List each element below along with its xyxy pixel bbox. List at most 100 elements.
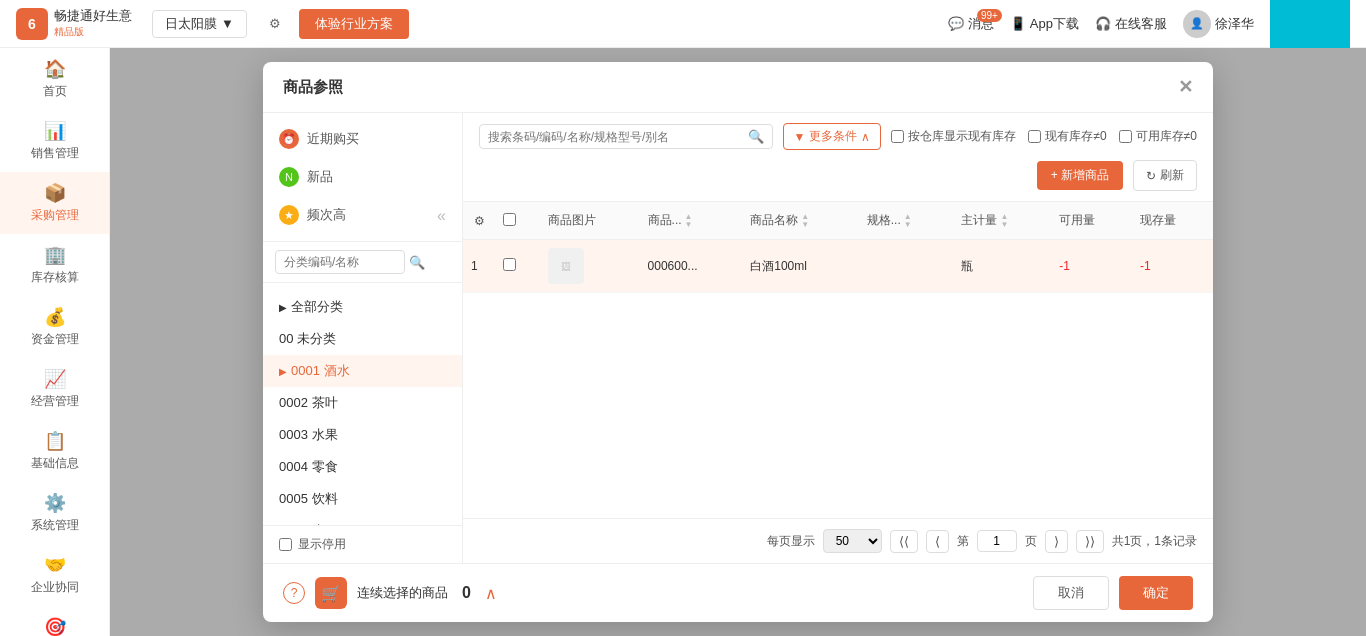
- table-row[interactable]: 1 🖼 000600... 白酒100ml 瓶: [463, 240, 1213, 293]
- continuous-label: 连续选择的商品: [357, 584, 448, 602]
- modal-close-button[interactable]: ✕: [1178, 76, 1193, 98]
- category-item-unclassified[interactable]: 00 未分类: [263, 323, 462, 355]
- cancel-btn[interactable]: 取消: [1033, 576, 1109, 610]
- teal-action-block[interactable]: [1270, 0, 1350, 48]
- product-search-input[interactable]: [488, 130, 744, 144]
- show-disabled-checkbox[interactable]: [279, 538, 292, 551]
- modal-title: 商品参照: [283, 78, 343, 97]
- category-search-icon[interactable]: 🔍: [409, 255, 425, 270]
- th-spec[interactable]: 规格... ▲▼: [859, 202, 954, 240]
- app-download-btn[interactable]: 📱 App下载: [1010, 15, 1079, 33]
- collapse-left-panel-btn[interactable]: «: [421, 199, 462, 233]
- experience-btn[interactable]: 体验行业方案: [299, 9, 409, 39]
- product-table-area: ⚙ 商品图片 商品... ▲▼: [463, 202, 1213, 518]
- right-panel: 🔍 ▼ 更多条件 ∧ 按仓库显示现有库存: [463, 113, 1213, 563]
- nav-dropdown[interactable]: 日太阳膜 ▼: [152, 10, 247, 38]
- confirm-btn[interactable]: 确定: [1119, 576, 1193, 610]
- product-search-bar: 🔍: [479, 124, 773, 149]
- th-image: 商品图片: [540, 202, 640, 240]
- select-all-checkbox[interactable]: [503, 213, 516, 226]
- check-warehouse-label[interactable]: 按仓库显示现有库存: [891, 128, 1016, 145]
- th-settings[interactable]: ⚙: [463, 202, 495, 240]
- category-item-liquor[interactable]: ▶ 0001 酒水: [263, 355, 462, 387]
- modal: 商品参照 ✕ ⏰ 近期购买: [263, 62, 1213, 622]
- page-first-btn[interactable]: ⟨⟨: [890, 530, 918, 553]
- sidebar-item-sales[interactable]: 📊 销售管理: [0, 110, 109, 172]
- more-filter-btn[interactable]: ▼ 更多条件 ∧: [783, 123, 882, 150]
- nav-right: 💬 消息 99+ 📱 App下载 🎧 在线客服 👤 徐泽华: [948, 0, 1350, 48]
- recent-icon: ⏰: [279, 129, 299, 149]
- user-profile[interactable]: 👤 徐泽华: [1183, 10, 1254, 38]
- active-expand-icon: ▶: [279, 366, 287, 377]
- category-item-tea[interactable]: 0002 茶叶: [263, 387, 462, 419]
- check-available-label[interactable]: 可用库存≠0: [1119, 128, 1197, 145]
- page-prev-btn[interactable]: ⟨: [926, 530, 949, 553]
- th-name[interactable]: 商品名称 ▲▼: [742, 202, 858, 240]
- tab-new-products[interactable]: N 新品: [263, 159, 421, 195]
- cart-icon[interactable]: 🛒: [315, 577, 347, 609]
- messages-btn[interactable]: 💬 消息 99+: [948, 15, 994, 33]
- purchase-icon: 📦: [44, 182, 66, 204]
- add-product-btn[interactable]: + 新增商品: [1037, 161, 1123, 190]
- refresh-btn[interactable]: ↻ 刷新: [1133, 160, 1197, 191]
- check-stock-input[interactable]: [1028, 130, 1041, 143]
- pagination: 每页显示 50 100 200 ⟨⟨ ⟨ 第 页 ⟩: [463, 518, 1213, 563]
- basic-info-icon: 📋: [44, 430, 66, 452]
- sidebar-item-business[interactable]: 📈 经营管理: [0, 358, 109, 420]
- sidebar-item-system[interactable]: ⚙️ 系统管理: [0, 482, 109, 544]
- category-tree: ▶ 全部分类 00 未分类 ▶ 0001 酒水 0002 茶: [263, 283, 462, 525]
- sidebar-item-home[interactable]: 🏠 首页: [0, 48, 109, 110]
- td-available: -1: [1051, 240, 1132, 293]
- category-item-fruit[interactable]: 0003 水果: [263, 419, 462, 451]
- category-item-all[interactable]: ▶ 全部分类: [263, 291, 462, 323]
- sidebar-item-finance[interactable]: 💰 资金管理: [0, 296, 109, 358]
- settings-icon[interactable]: ⚙: [259, 8, 291, 40]
- sidebar-item-enterprise[interactable]: 🤝 企业协同: [0, 544, 109, 606]
- th-unit[interactable]: 主计量 ▲▼: [953, 202, 1051, 240]
- product-table: ⚙ 商品图片 商品... ▲▼: [463, 202, 1213, 293]
- td-code: 000600...: [640, 240, 743, 293]
- th-stock: 现存量: [1132, 202, 1213, 240]
- td-unit: 瓶: [953, 240, 1051, 293]
- refresh-icon: ↻: [1146, 169, 1156, 183]
- sidebar-item-inventory[interactable]: 🏢 库存核算: [0, 234, 109, 296]
- tab-recent-purchase[interactable]: ⏰ 近期购买: [263, 121, 421, 157]
- category-item-snack[interactable]: 0004 零食: [263, 451, 462, 483]
- sidebar-item-label: 库存核算: [31, 269, 79, 286]
- td-name: 白酒100ml: [742, 240, 858, 293]
- check-warehouse-input[interactable]: [891, 130, 904, 143]
- guide-icon: 🎯: [44, 616, 66, 636]
- sidebar-item-label: 经营管理: [31, 393, 79, 410]
- per-page-select[interactable]: 50 100 200: [823, 529, 882, 553]
- phone-icon: 📱: [1010, 16, 1026, 31]
- check-stock-label[interactable]: 现有库存≠0: [1028, 128, 1106, 145]
- th-code[interactable]: 商品... ▲▼: [640, 202, 743, 240]
- tab-frequent-products[interactable]: ★ 频次高: [263, 197, 421, 233]
- sidebar-item-purchase[interactable]: 📦 采购管理: [0, 172, 109, 234]
- category-item-water[interactable]: 0008 水: [263, 515, 462, 525]
- modal-body: ⏰ 近期购买 N 新品 ★ 频次高: [263, 113, 1213, 563]
- check-available-input[interactable]: [1119, 130, 1132, 143]
- help-icon[interactable]: ?: [283, 582, 305, 604]
- left-tabs: ⏰ 近期购买 N 新品 ★ 频次高: [263, 113, 462, 242]
- modal-footer: ? 🛒 连续选择的商品 0 ∧ 取消 确定: [263, 563, 1213, 622]
- footer-left: ? 🛒 连续选择的商品 0 ∧: [283, 577, 497, 609]
- page-next-btn[interactable]: ⟩: [1045, 530, 1068, 553]
- row-checkbox[interactable]: [503, 258, 516, 271]
- left-panel: ⏰ 近期购买 N 新品 ★ 频次高: [263, 113, 463, 563]
- sidebar-item-label: 基础信息: [31, 455, 79, 472]
- category-item-beverage[interactable]: 0005 饮料: [263, 483, 462, 515]
- product-search-icon[interactable]: 🔍: [748, 129, 764, 144]
- category-search-input[interactable]: [275, 250, 405, 274]
- table-header-row: ⚙ 商品图片 商品... ▲▼: [463, 202, 1213, 240]
- page-input[interactable]: [977, 530, 1017, 552]
- sidebar-item-label: 企业协同: [31, 579, 79, 596]
- system-icon: ⚙️: [44, 492, 66, 514]
- page-label: 第: [957, 533, 969, 550]
- online-service-btn[interactable]: 🎧 在线客服: [1095, 15, 1167, 33]
- collapse-footer-btn[interactable]: ∧: [485, 584, 497, 603]
- page-last-btn[interactable]: ⟩⟩: [1076, 530, 1104, 553]
- sidebar-item-guide[interactable]: 🎯 新手引导: [0, 606, 109, 636]
- filter-checkboxes: 按仓库显示现有库存 现有库存≠0 可用库存≠0: [891, 128, 1197, 145]
- sidebar-item-basic-info[interactable]: 📋 基础信息: [0, 420, 109, 482]
